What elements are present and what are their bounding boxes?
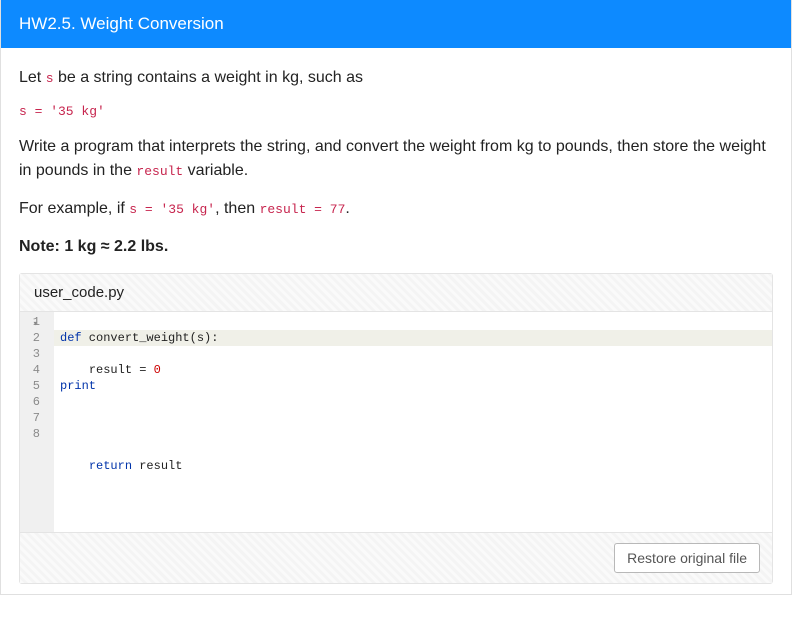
operator: = (132, 363, 154, 377)
line-gutter: 1▾ 2 3 4 5 6 7 8 (20, 312, 54, 532)
note-line: Note: 1 kg ≈ 2.2 lbs. (19, 235, 773, 259)
editor-filename: user_code.py (20, 274, 772, 312)
line-number: 7 (33, 411, 40, 425)
panel-header: HW2.5. Weight Conversion (1, 0, 791, 48)
code-area[interactable]: def convert_weight(s): result = 0 print … (54, 312, 772, 532)
assignment-panel: HW2.5. Weight Conversion Let s be a stri… (0, 0, 792, 595)
code-text: convert_weight(s): (82, 331, 219, 345)
problem-statement: Let s be a string contains a weight in k… (1, 48, 791, 594)
number: 0 (154, 363, 161, 377)
editor-body[interactable]: 1▾ 2 3 4 5 6 7 8 def convert_weight(s): … (20, 312, 772, 532)
code-line: return result (60, 459, 182, 473)
line-number: 5 (33, 379, 40, 393)
code-inline-result: result (136, 164, 183, 179)
instruction-line: Write a program that interprets the stri… (19, 135, 773, 183)
code-inline-ex1: s = '35 kg' (129, 202, 215, 217)
identifier: result (89, 363, 132, 377)
keyword: return (89, 459, 132, 473)
text: Let (19, 69, 46, 86)
keyword: def (60, 331, 82, 345)
line-number: 3 (33, 347, 40, 361)
text: Write a program that interprets the stri… (19, 138, 766, 179)
line-number: 8 (33, 427, 40, 441)
code-line: result = 0 (60, 363, 161, 377)
editor-footer: Restore original file (20, 532, 772, 583)
example-assignment: s = '35 kg' (19, 104, 773, 119)
code-inline-ex2: result = 77 (260, 202, 346, 217)
text: be a string contains a weight in kg, suc… (54, 69, 364, 86)
code-line: print (60, 379, 96, 393)
code-line: def convert_weight(s): (54, 330, 772, 346)
text: , then (215, 200, 259, 217)
intro-line: Let s be a string contains a weight in k… (19, 66, 773, 90)
keyword: print (60, 379, 96, 393)
code-inline-s: s (46, 71, 54, 86)
code-editor: user_code.py 1▾ 2 3 4 5 6 7 8 def conver… (19, 273, 773, 584)
line-number: 2 (33, 331, 40, 345)
restore-original-button[interactable]: Restore original file (614, 543, 760, 573)
line-number: 6 (33, 395, 40, 409)
text: . (345, 200, 349, 217)
text: For example, if (19, 200, 129, 217)
assignment-title: HW2.5. Weight Conversion (19, 14, 224, 33)
example-line: For example, if s = '35 kg', then result… (19, 197, 773, 221)
code-text: result (132, 459, 182, 473)
indent (60, 459, 89, 473)
text: variable. (183, 162, 248, 179)
indent (60, 363, 89, 377)
line-number: 4 (33, 363, 40, 377)
